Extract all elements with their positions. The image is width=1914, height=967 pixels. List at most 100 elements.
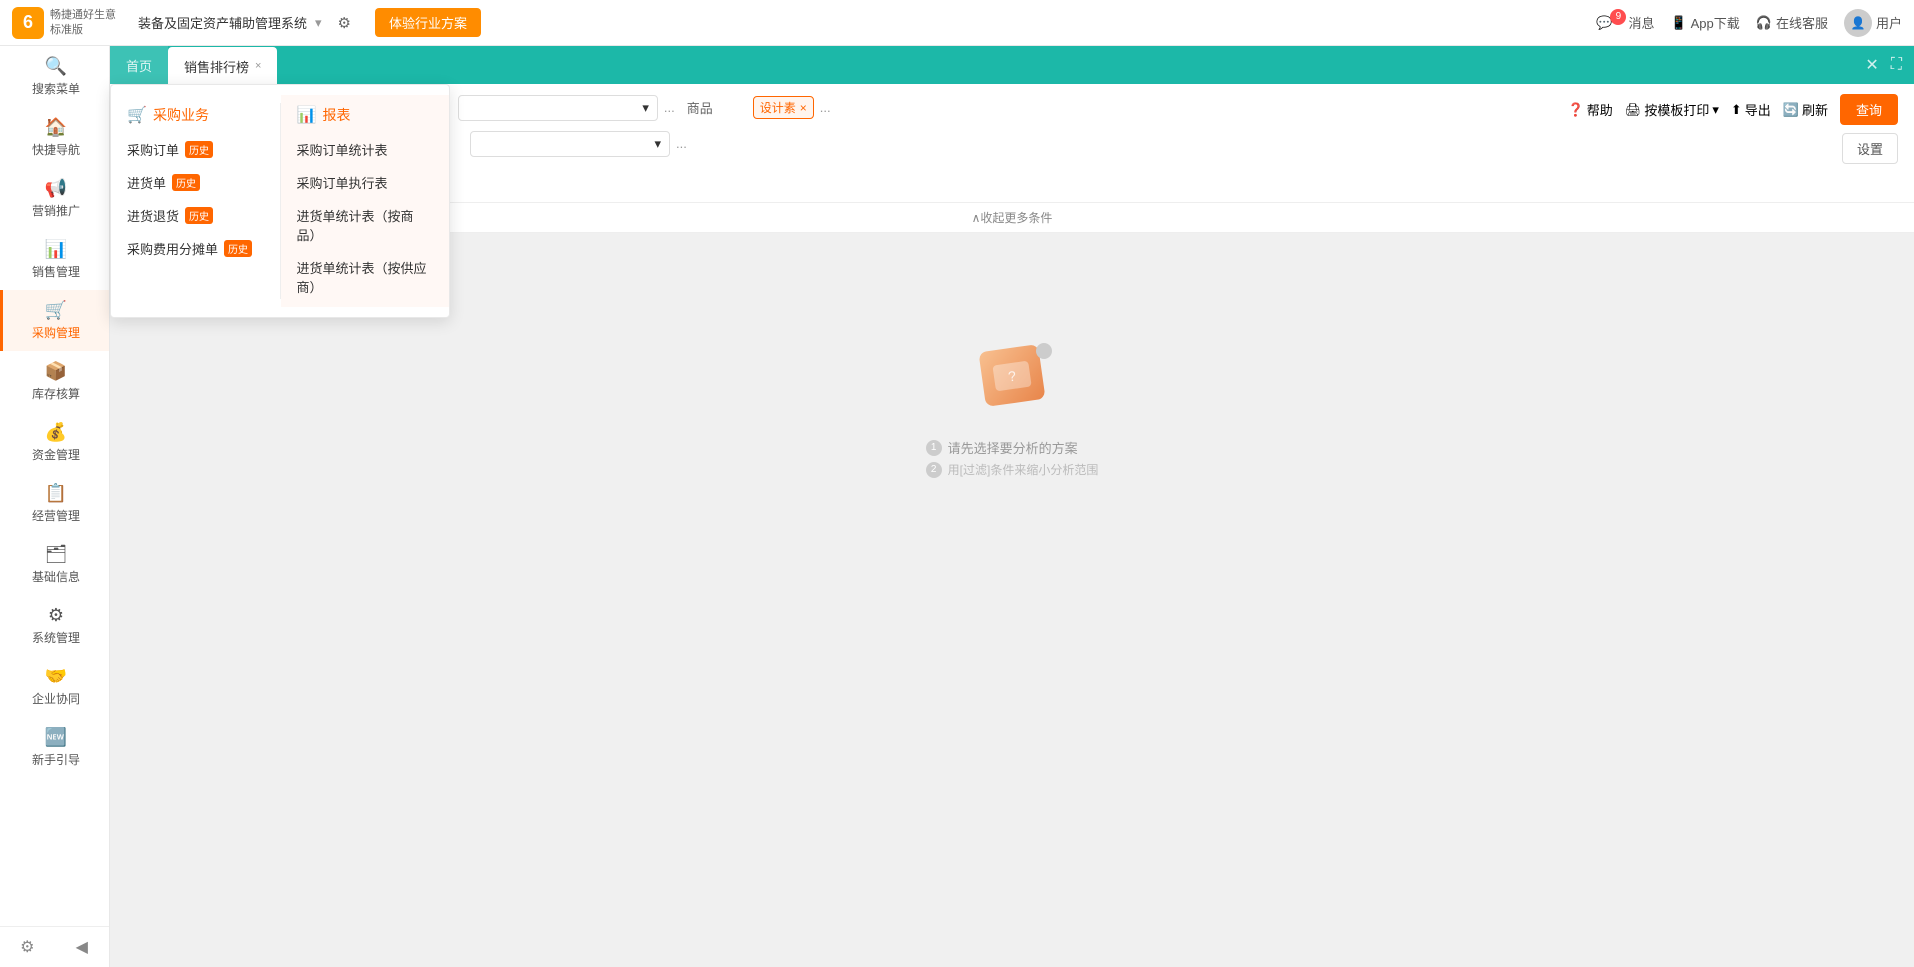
sidebar-bottom: ⚙ ◀ <box>0 926 109 967</box>
sidebar-item-purchase[interactable]: 🛒 采购管理 <box>0 290 109 351</box>
sidebar-item-search[interactable]: 🔍 搜索菜单 <box>0 46 109 107</box>
collapse-label: 收起更多条件 <box>980 209 1052 226</box>
dropdown-item-po-stat[interactable]: 采购订单统计表 <box>281 133 450 166</box>
export-icon: ⬆ <box>1731 102 1742 118</box>
salesperson-select[interactable]: ▾ <box>470 131 670 157</box>
dropdown-item-stock-stat-product[interactable]: 进货单统计表（按商品） <box>281 199 450 251</box>
headset-icon: 🎧 <box>1756 15 1772 31</box>
sidebar-label-inventory: 库存核算 <box>32 385 80 402</box>
filter-toolbar: ❓ 帮助 🖨 按模板打印 ▾ ⬆ 导出 <box>1552 94 1898 164</box>
sidebar-label-search: 搜索菜单 <box>32 80 80 97</box>
sidebar-item-ops[interactable]: 📋 经营管理 <box>0 473 109 534</box>
topbar: 6 畅捷通好生意 标准版 装备及固定资产辅助管理系统 ▾ ⚙ 体验行业方案 💬 … <box>0 0 1914 46</box>
tab-home-label: 首页 <box>126 56 152 75</box>
settings-gear-icon[interactable]: ⚙ <box>338 14 351 32</box>
tabbar: 首页 销售排行榜 × ✕ ⛶ <box>110 46 1914 84</box>
product-label: 商品 <box>687 98 747 117</box>
sidebar-item-quicknav[interactable]: 🏠 快捷导航 <box>0 107 109 168</box>
app-download-item[interactable]: 📱 App下载 <box>1670 13 1739 32</box>
stock-stat-supplier-label: 进货单统计表（按供应商） <box>297 258 434 296</box>
sidebar-label-quicknav: 快捷导航 <box>32 141 80 158</box>
sidebar-item-basic[interactable]: 🗂 基础信息 <box>0 534 109 595</box>
salesperson-dots[interactable]: ... <box>676 136 687 151</box>
sidebar-label-guide: 新手引导 <box>32 751 80 768</box>
sidebar-item-collab[interactable]: 🤝 企业协同 <box>0 656 109 717</box>
sidebar-item-guide[interactable]: 🆕 新手引导 <box>0 717 109 778</box>
app-label: App下载 <box>1691 13 1740 32</box>
dropdown-item-purchase-fee[interactable]: 采购费用分摊单 历史 <box>111 232 280 265</box>
tabbar-close-icon[interactable]: ✕ <box>1861 53 1882 77</box>
setting-button[interactable]: 设置 <box>1842 133 1898 164</box>
topbar-right: 💬 9 消息 📱 App下载 🎧 在线客服 👤 用户 <box>1596 9 1902 37</box>
help-btn[interactable]: ❓ 帮助 <box>1568 100 1613 119</box>
purchase-biz-icon: 🛒 <box>127 105 147 125</box>
sidebar-item-inventory[interactable]: 📦 库存核算 <box>0 351 109 412</box>
status-select[interactable]: ▾ <box>458 95 658 121</box>
sidebar-label-ops: 经营管理 <box>32 507 80 524</box>
dropdown-item-po-exec[interactable]: 采购订单执行表 <box>281 166 450 199</box>
dropdown-item-stock-return[interactable]: 进货退货 历史 <box>111 199 280 232</box>
sales-icon: 📊 <box>45 239 67 260</box>
purchase-icon: 🛒 <box>45 300 67 321</box>
message-item[interactable]: 💬 9 消息 <box>1596 13 1654 32</box>
empty-illustration: ? <box>962 338 1062 428</box>
industry-btn[interactable]: 体验行业方案 <box>375 8 481 37</box>
dropdown-col1-title: 🛒 采购业务 <box>111 99 280 133</box>
sys-name-area: 装备及固定资产辅助管理系统 ▾ ⚙ 体验行业方案 <box>138 8 481 37</box>
print-btn[interactable]: 🖨 按模板打印 ▾ <box>1625 100 1719 119</box>
sidebar-settings-btn[interactable]: ⚙ <box>0 927 55 967</box>
status-dots[interactable]: ... <box>664 100 675 115</box>
purchase-dropdown: 🛒 采购业务 采购订单 历史 进货单 历史 进货退货 历史 采购费用分摊单 历史 <box>110 84 450 318</box>
dropdown-item-stock-in[interactable]: 进货单 历史 <box>111 166 280 199</box>
logo: 6 畅捷通好生意 标准版 <box>12 7 122 39</box>
refresh-icon: 🔄 <box>1783 102 1799 118</box>
sidebar: 🔍 搜索菜单 🏠 快捷导航 📢 营销推广 📊 销售管理 🛒 采购管理 📦 库存核… <box>0 46 110 967</box>
guide-icon: 🆕 <box>45 727 67 748</box>
empty-hint2: 用[过滤]条件来缩小分析范围 <box>948 461 1099 478</box>
hist-badge-stock-in: 历史 <box>172 174 200 191</box>
hint2-num: 2 <box>926 462 942 478</box>
refresh-btn[interactable]: 🔄 刷新 <box>1783 100 1828 119</box>
logo-icon: 6 <box>12 7 44 39</box>
finance-icon: 💰 <box>45 422 67 443</box>
po-exec-label: 采购订单执行表 <box>297 173 388 192</box>
service-item[interactable]: 🎧 在线客服 <box>1756 13 1828 32</box>
dropdown-item-stock-stat-supplier[interactable]: 进货单统计表（按供应商） <box>281 251 450 303</box>
dropdown-col-business: 🛒 采购业务 采购订单 历史 进货单 历史 进货退货 历史 采购费用分摊单 历史 <box>111 95 280 307</box>
sidebar-item-marketing[interactable]: 📢 营销推广 <box>0 168 109 229</box>
help-icon: ❓ <box>1568 102 1584 118</box>
sidebar-collapse-btn[interactable]: ◀ <box>55 927 110 967</box>
sidebar-label-marketing: 营销推广 <box>32 202 80 219</box>
service-label: 在线客服 <box>1776 13 1828 32</box>
chevron-up-icon: ∧ <box>972 211 981 225</box>
tab-close-icon[interactable]: × <box>255 60 261 72</box>
hint1-row: 1 请先选择要分析的方案 <box>926 438 1099 457</box>
tabbar-expand-icon[interactable]: ⛶ <box>1887 54 1906 76</box>
stock-in-label: 进货单 <box>127 173 166 192</box>
tab-home[interactable]: 首页 <box>110 46 168 84</box>
query-button[interactable]: 查询 <box>1840 94 1898 125</box>
product-dots[interactable]: ... <box>820 100 831 115</box>
product-filter: 商品 设计素 × ... <box>687 96 831 119</box>
sidebar-item-system[interactable]: ⚙ 系统管理 <box>0 595 109 656</box>
system-icon: ⚙ <box>48 605 64 626</box>
hist-badge-stock-return: 历史 <box>185 207 213 224</box>
sidebar-item-sales[interactable]: 📊 销售管理 <box>0 229 109 290</box>
toolbar-row: ❓ 帮助 🖨 按模板打印 ▾ ⬆ 导出 <box>1568 94 1898 125</box>
product-tag-close[interactable]: × <box>800 101 807 115</box>
sys-chevron-icon[interactable]: ▾ <box>315 15 322 31</box>
message-label: 消息 <box>1628 13 1654 32</box>
tabbar-actions: ✕ ⛶ <box>1861 53 1914 77</box>
user-item[interactable]: 👤 用户 <box>1844 9 1902 37</box>
dropdown-item-purchase-order[interactable]: 采购订单 历史 <box>111 133 280 166</box>
hist-badge-purchase-fee: 历史 <box>224 240 252 257</box>
dropdown-cols: 🛒 采购业务 采购订单 历史 进货单 历史 进货退货 历史 采购费用分摊单 历史 <box>111 95 449 307</box>
phone-icon: 📱 <box>1670 15 1686 31</box>
marketing-icon: 📢 <box>45 178 67 199</box>
export-btn[interactable]: ⬆ 导出 <box>1731 100 1771 119</box>
tab-sales-rank[interactable]: 销售排行榜 × <box>168 47 277 85</box>
empty-hint1: 请先选择要分析的方案 <box>948 438 1078 457</box>
search-icon: 🔍 <box>45 56 67 77</box>
sidebar-item-finance[interactable]: 💰 资金管理 <box>0 412 109 473</box>
hint1-num: 1 <box>926 440 942 456</box>
